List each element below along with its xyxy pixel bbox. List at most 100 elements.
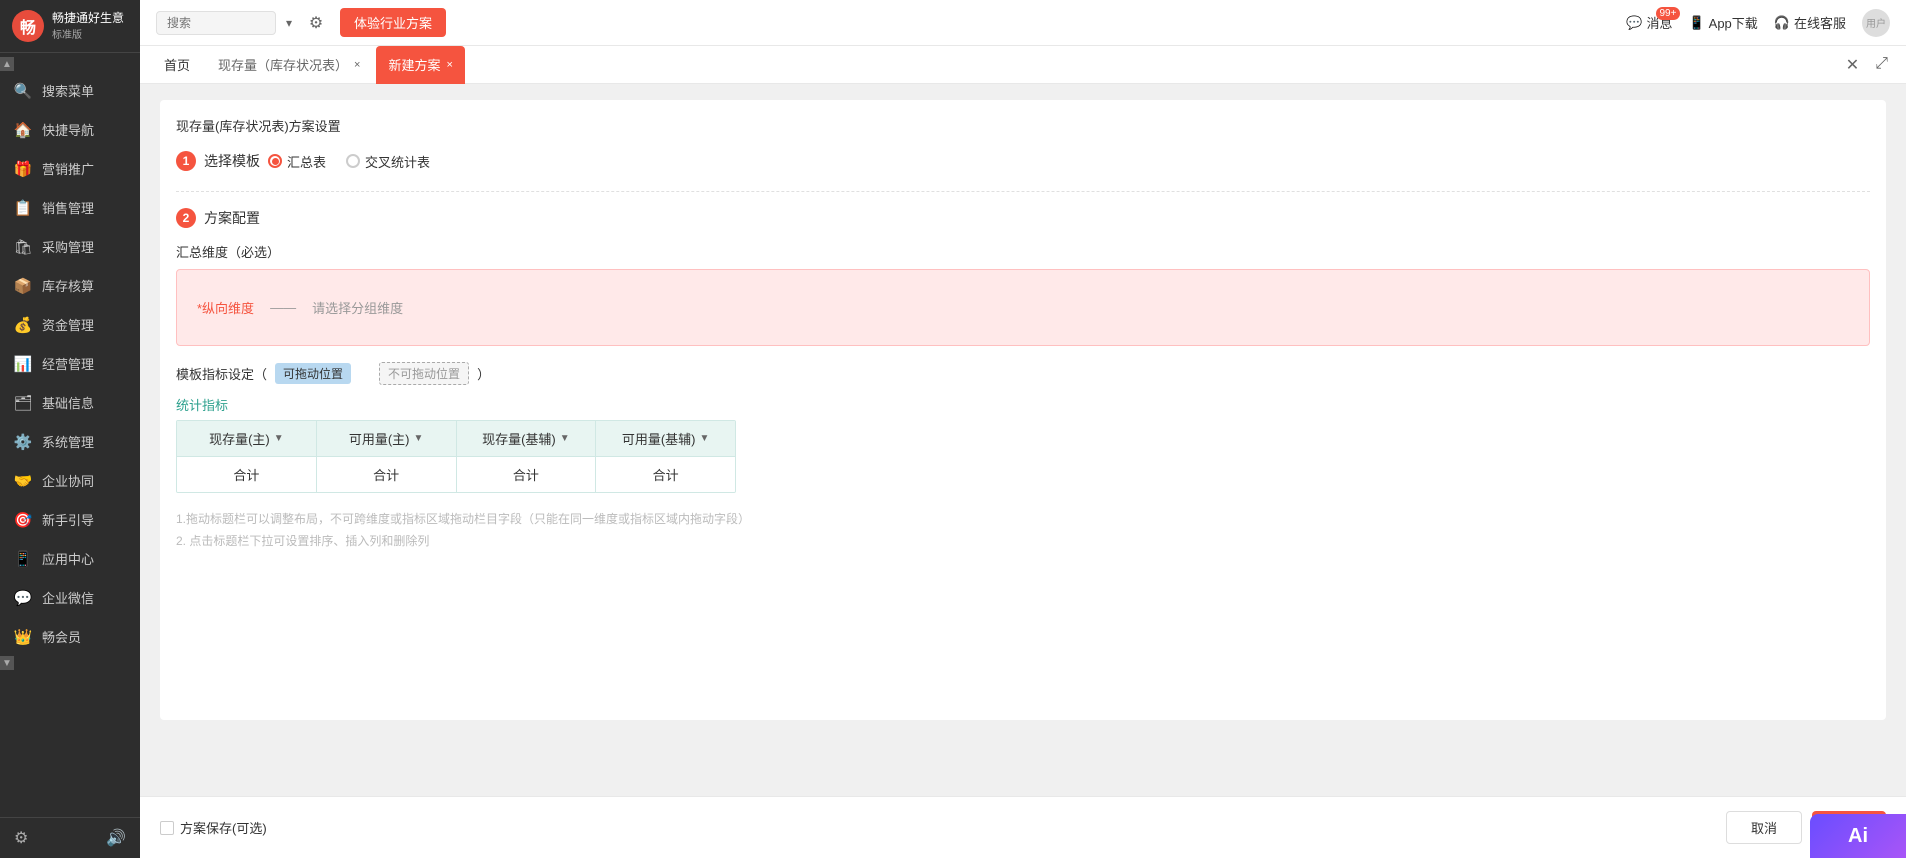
radio-cross[interactable]: 交叉统计表 (346, 152, 430, 171)
dimension-required: *纵向维度 (197, 298, 254, 317)
sidebar-logo: 畅 畅捷通好生意 标准版 (0, 0, 140, 53)
message-icon: 💬 (1626, 15, 1642, 31)
settings-footer-icon[interactable]: ⚙ (14, 828, 28, 848)
tab-new-plan-close[interactable]: × (446, 59, 452, 71)
topbar-left: ▾ ⚙ 体验行业方案 (156, 8, 1616, 37)
sidebar-item-apps[interactable]: 📱 应用中心 (0, 539, 140, 578)
sidebar-item-finance[interactable]: 💰 资金管理 (0, 305, 140, 344)
user-avatar[interactable]: 用户 (1862, 9, 1890, 37)
sidebar: 畅 畅捷通好生意 标准版 ▲ 🔍 搜索菜单 🏠 快捷导航 🎁 营销推广 📋 销售… (0, 0, 140, 858)
main-area: ▾ ⚙ 体验行业方案 💬 消息 99+ 📱 App下载 🎧 在线客服 用户 (140, 0, 1906, 858)
sidebar-footer: ⚙ 🔊 (0, 817, 140, 858)
tip1: 1.拖动标题栏可以调整布局，不可跨维度或指标区域拖动栏目字段（只能在同一维度或指… (176, 509, 1870, 531)
topbar-settings-btn[interactable]: ⚙ (302, 9, 330, 37)
basic-icon: 🗂 (14, 394, 32, 412)
phone-icon: 📱 (1688, 15, 1704, 31)
sidebar-item-purchase[interactable]: 🛍 采购管理 (0, 227, 140, 266)
draggable-tag: 可拖动位置 (275, 363, 351, 384)
sidebar-item-shortcut[interactable]: 🏠 快捷导航 (0, 110, 140, 149)
section2-header: 2 方案配置 (176, 208, 1870, 228)
col2-chevron: ▼ (414, 433, 424, 444)
cancel-button[interactable]: 取消 (1726, 811, 1802, 844)
radio-cross-circle (346, 154, 360, 168)
indicators-label: 模板指标设定（ 可拖动位置 不可拖动位置 ） (176, 362, 1870, 385)
tab-inventory-close[interactable]: × (354, 59, 360, 71)
tips-section: 1.拖动标题栏可以调整布局，不可跨维度或指标区域拖动栏目字段（只能在同一维度或指… (176, 509, 1870, 552)
search-icon: 🔍 (14, 82, 32, 100)
section1-num: 1 (176, 151, 196, 171)
section2-num: 2 (176, 208, 196, 228)
sidebar-item-newbie[interactable]: 🎯 新手引导 (0, 500, 140, 539)
sidebar-scroll-up[interactable]: ▲ (0, 57, 14, 71)
message-badge: 99+ (1656, 7, 1681, 20)
tab-home[interactable]: 首页 (152, 46, 202, 84)
divider1 (176, 191, 1870, 192)
stats-col1-body: 合计 (177, 457, 317, 492)
close-panel-btn[interactable]: ✕ (1840, 53, 1865, 77)
stats-col2-header[interactable]: 可用量(主) ▼ (317, 421, 457, 456)
sidebar-scroll-down[interactable]: ▼ (0, 656, 14, 670)
gift-icon: 🎁 (14, 160, 32, 178)
tab-new-plan[interactable]: 新建方案 × (376, 46, 464, 84)
sidebar-item-member[interactable]: 👑 畅会员 (0, 617, 140, 656)
tabs-bar: 首页 现存量（库存状况表） × 新建方案 × ✕ ⤢ (140, 46, 1906, 84)
dimension-placeholder[interactable]: 请选择分组维度 (312, 298, 403, 317)
sidebar-item-marketing[interactable]: 🎁 营销推广 (0, 149, 140, 188)
radio-summary[interactable]: 汇总表 (268, 152, 326, 171)
stats-col4-header[interactable]: 可用量(基辅) ▼ (596, 421, 735, 456)
search-input[interactable] (156, 11, 276, 35)
finance-icon: 💰 (14, 316, 32, 334)
topbar: ▾ ⚙ 体验行业方案 💬 消息 99+ 📱 App下载 🎧 在线客服 用户 (140, 0, 1906, 46)
sound-footer-icon[interactable]: 🔊 (106, 828, 126, 848)
sidebar-item-inventory[interactable]: 📦 库存核算 (0, 266, 140, 305)
operation-icon: 📊 (14, 355, 32, 373)
col3-chevron: ▼ (560, 433, 570, 444)
section-plan-config: 2 方案配置 汇总维度（必选） *纵向维度 —— 请选择分组维度 模板指标设定（… (176, 208, 1870, 552)
dimension-box: *纵向维度 —— 请选择分组维度 (176, 269, 1870, 346)
section2-title: 方案配置 (204, 208, 260, 228)
sidebar-item-search[interactable]: 🔍 搜索菜单 (0, 71, 140, 110)
tip2: 2. 点击标题栏下拉可设置排序、插入列和删除列 (176, 531, 1870, 553)
topbar-right: 💬 消息 99+ 📱 App下载 🎧 在线客服 用户 (1626, 9, 1890, 37)
enterprise-icon: 🤝 (14, 472, 32, 490)
topbar-dropdown[interactable]: ▾ (286, 16, 292, 30)
indicators-setting: 模板指标设定（ 可拖动位置 不可拖动位置 ） 统计指标 现存量(主) (176, 362, 1870, 552)
expand-panel-btn[interactable]: ⤢ (1869, 53, 1894, 77)
trial-btn[interactable]: 体验行业方案 (340, 8, 446, 37)
radio-summary-dot (272, 158, 279, 165)
newbie-icon: 🎯 (14, 511, 32, 529)
page-title: 现存量(库存状况表)方案设置 (176, 116, 1870, 135)
tab-expand-btns: ✕ ⤢ (1840, 53, 1894, 77)
wechat-icon: 💬 (14, 589, 32, 607)
inventory-icon: 📦 (14, 277, 32, 295)
template-radio-group: 汇总表 交叉统计表 (268, 152, 430, 171)
stats-col1-header[interactable]: 现存量(主) ▼ (177, 421, 317, 456)
sidebar-item-basic[interactable]: 🗂 基础信息 (0, 383, 140, 422)
ai-badge[interactable]: Ai (1810, 814, 1906, 858)
stats-table-body: 合计 合计 合计 合计 (177, 456, 735, 492)
sidebar-item-operation[interactable]: 📊 经营管理 (0, 344, 140, 383)
sidebar-item-enterprise[interactable]: 🤝 企业协同 (0, 461, 140, 500)
col4-chevron: ▼ (700, 433, 710, 444)
app-logo-icon: 畅 (12, 10, 44, 42)
tab-inventory-status[interactable]: 现存量（库存状况表） × (206, 46, 372, 84)
sidebar-nav: ▲ 🔍 搜索菜单 🏠 快捷导航 🎁 营销推广 📋 销售管理 🛍 采购管理 📦 库… (0, 53, 140, 817)
sidebar-item-wechat[interactable]: 💬 企业微信 (0, 578, 140, 617)
stats-table: 现存量(主) ▼ 可用量(主) ▼ 现存量(基辅) ▼ (176, 420, 736, 493)
dimension-dash: —— (270, 300, 296, 315)
online-support-btn[interactable]: 🎧 在线客服 (1774, 13, 1846, 32)
stats-col3-header[interactable]: 现存量(基辅) ▼ (457, 421, 597, 456)
sidebar-item-system[interactable]: ⚙️ 系统管理 (0, 422, 140, 461)
tips-text: 1.拖动标题栏可以调整布局，不可跨维度或指标区域拖动栏目字段（只能在同一维度或指… (176, 509, 1870, 552)
dimension-label: 汇总维度（必选） (176, 242, 1870, 261)
app-download-btn[interactable]: 📱 App下载 (1688, 13, 1757, 32)
stats-col4-body: 合计 (596, 457, 735, 492)
sidebar-item-sales[interactable]: 📋 销售管理 (0, 188, 140, 227)
stats-table-header: 现存量(主) ▼ 可用量(主) ▼ 现存量(基辅) ▼ (177, 421, 735, 456)
save-checkbox[interactable] (160, 821, 174, 835)
stats-section: 统计指标 现存量(主) ▼ 可用量(主) ▼ (176, 395, 1870, 493)
bottom-bar: 方案保存(可选) 取消 查询 (140, 796, 1906, 858)
save-option[interactable]: 方案保存(可选) (160, 818, 267, 837)
messages-btn[interactable]: 💬 消息 99+ (1626, 13, 1672, 32)
section1-header: 1 选择模板 汇总表 交叉统计表 (176, 151, 1870, 171)
